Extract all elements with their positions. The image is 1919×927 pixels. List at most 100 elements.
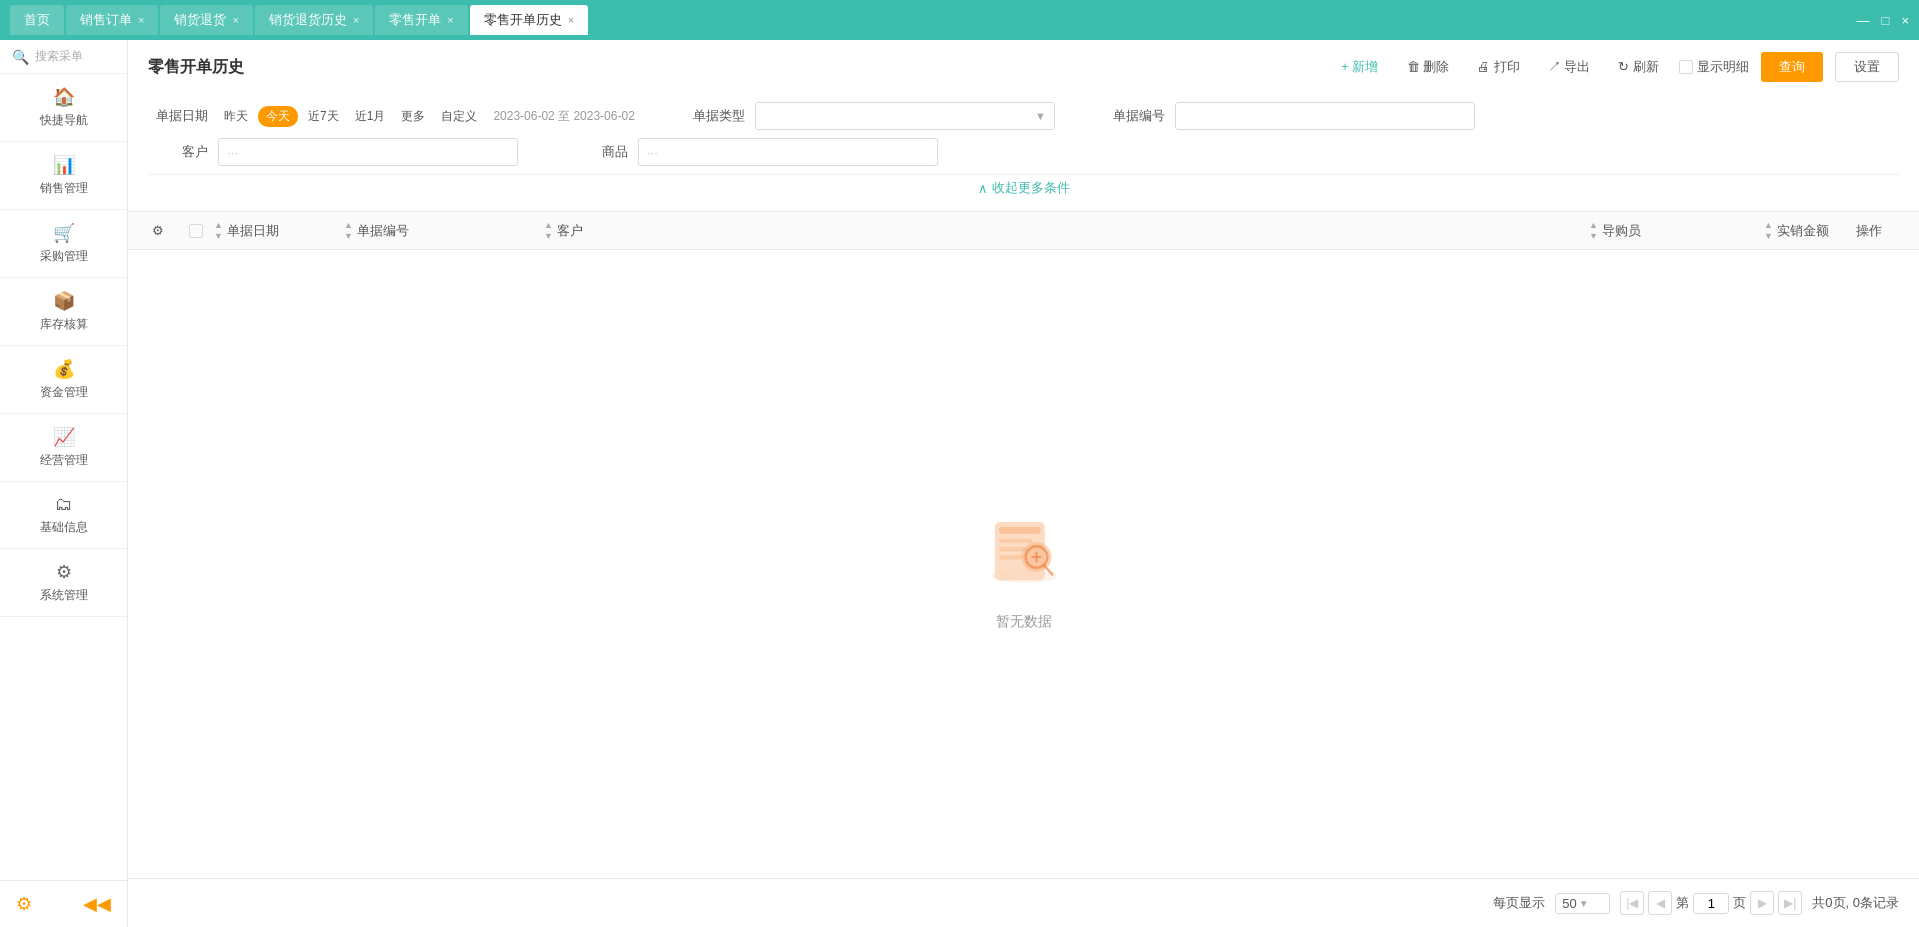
tab-sales-return[interactable]: 销货退货 × [160,5,252,35]
sidebar-item-finance[interactable]: 💰 资金管理 [0,346,127,414]
quick-nav-icon: 🏠 [53,86,75,108]
system-label: 系统管理 [40,587,88,604]
basic-info-label: 基础信息 [40,519,88,536]
tab-sales-return-history-close[interactable]: × [353,14,359,26]
total-label: 共0页, 0条记录 [1812,894,1899,912]
tab-sales-order-label: 销售订单 [80,11,132,29]
delete-button[interactable]: 🗑 删除 [1399,54,1458,80]
collapse-filter-btn[interactable]: ∧ 收起更多条件 [148,174,1899,201]
tab-home-label: 首页 [24,11,50,29]
operations-label: 经营管理 [40,452,88,469]
date-btn-custom[interactable]: 自定义 [435,106,483,127]
tab-sales-order[interactable]: 销售订单 × [66,5,158,35]
sidebar-search-label: 搜索采单 [35,48,83,65]
th-checkbox[interactable] [178,224,214,238]
date-range-display: 2023-06-02 至 2023-06-02 [493,108,634,125]
filter-area: 单据日期 昨天 今天 近7天 近1月 更多 自定义 2023-06-02 至 2… [148,92,1899,211]
sidebar-item-operations[interactable]: 📈 经营管理 [0,414,127,482]
table-header: ⚙ ▲▼ 单据日期 ▲▼ 单据编号 ▲▼ 客户 ▲▼ [128,212,1919,250]
customer-placeholder: ··· [227,145,238,160]
setting-button[interactable]: 设置 [1835,52,1899,82]
svg-rect-3 [999,539,1032,543]
date-btn-7days[interactable]: 近7天 [302,106,345,127]
doc-type-label: 单据类型 [685,107,745,125]
basic-info-icon: 🗂 [55,494,73,515]
finance-label: 资金管理 [40,384,88,401]
date-btn-1month[interactable]: 近1月 [349,106,392,127]
sidebar-item-search[interactable]: 🔍 搜索采单 [0,40,127,74]
sidebar-item-basic-info[interactable]: 🗂 基础信息 [0,482,127,549]
sales-mgmt-icon: 📊 [53,154,75,176]
per-page-select[interactable]: 50 ▼ [1555,893,1610,914]
th-date[interactable]: ▲▼ 单据日期 [214,220,344,241]
window-controls: — □ × [1857,13,1909,28]
date-btn-more[interactable]: 更多 [395,106,431,127]
collapse-label: 收起更多条件 [992,179,1070,197]
sidebar-item-quick-nav[interactable]: 🏠 快捷导航 [0,74,127,142]
page-title-row: 零售开单历史 + 新增 🗑 删除 🖨 打印 ↗ 导出 ↻ 刷新 显示明细 查询 … [148,52,1899,82]
tab-sales-return-history[interactable]: 销货退货历史 × [255,5,373,35]
page-number-input[interactable] [1693,893,1729,914]
svg-rect-2 [999,527,1041,534]
th-guide[interactable]: ▲▼ 导购员 [1589,220,1709,241]
query-button[interactable]: 查询 [1761,52,1823,82]
amount-sort-icon: ▲▼ [1764,220,1773,241]
tab-retail-open-history[interactable]: 零售开单历史 × [470,5,588,35]
date-label: 单据日期 [148,107,208,125]
customer-input[interactable]: ··· [218,138,518,166]
maximize-btn[interactable]: □ [1882,13,1890,28]
date-options: 昨天 今天 近7天 近1月 更多 自定义 2023-06-02 至 2023-0… [218,106,635,127]
number-sort-icon: ▲▼ [344,220,353,241]
doc-type-select[interactable]: ▼ [755,102,1055,130]
date-btn-yesterday[interactable]: 昨天 [218,106,254,127]
th-customer[interactable]: ▲▼ 客户 [544,220,1589,241]
add-button[interactable]: + 新增 [1333,54,1386,80]
export-button[interactable]: ↗ 导出 [1540,54,1599,80]
tab-retail-open-close[interactable]: × [447,14,453,26]
close-window-btn[interactable]: × [1901,13,1909,28]
next-page-btn[interactable]: ▶ [1750,891,1774,915]
doc-number-input[interactable] [1175,102,1475,130]
content-area: 零售开单历史 + 新增 🗑 删除 🖨 打印 ↗ 导出 ↻ 刷新 显示明细 查询 … [128,40,1919,927]
th-amount[interactable]: ▲▼ 实销金额 [1709,220,1829,241]
th-action-label: 操作 [1856,222,1882,240]
empty-illustration [974,497,1074,597]
print-button[interactable]: 🖨 打印 [1469,54,1528,80]
th-settings[interactable]: ⚙ [138,223,178,238]
collapse-sidebar-icon[interactable]: ◀◀ [83,893,111,915]
empty-state: 暂无数据 [128,250,1919,878]
tab-retail-open-label: 零售开单 [389,11,441,29]
prev-page-btn[interactable]: ◀ [1648,891,1672,915]
tab-retail-open-history-label: 零售开单历史 [484,11,562,29]
tab-sales-order-close[interactable]: × [138,14,144,26]
product-input[interactable]: ··· [638,138,938,166]
product-label: 商品 [568,143,628,161]
tab-retail-open-history-close[interactable]: × [568,14,574,26]
toolbar-actions: + 新增 🗑 删除 🖨 打印 ↗ 导出 ↻ 刷新 显示明细 查询 设置 [1333,52,1899,82]
sidebar-item-sales-mgmt[interactable]: 📊 销售管理 [0,142,127,210]
doc-number-label: 单据编号 [1105,107,1165,125]
doc-type-arrow: ▼ [1035,110,1046,122]
first-page-btn[interactable]: |◀ [1620,891,1644,915]
operations-icon: 📈 [53,426,75,448]
refresh-button[interactable]: ↻ 刷新 [1610,54,1667,80]
minimize-btn[interactable]: — [1857,13,1870,28]
per-page-value: 50 [1562,896,1576,911]
date-btn-today[interactable]: 今天 [258,106,298,127]
display-detail-btn[interactable]: 显示明细 [1679,58,1749,76]
sidebar-item-purchase-mgmt[interactable]: 🛒 采购管理 [0,210,127,278]
settings-icon[interactable]: ⚙ [16,893,32,915]
th-number[interactable]: ▲▼ 单据编号 [344,220,544,241]
sidebar-item-inventory[interactable]: 📦 库存核算 [0,278,127,346]
per-page-label: 每页显示 [1493,894,1545,912]
last-page-btn[interactable]: ▶| [1778,891,1802,915]
tab-sales-return-close[interactable]: × [232,14,238,26]
tab-sales-return-history-label: 销货退货历史 [269,11,347,29]
sidebar-item-system[interactable]: ⚙ 系统管理 [0,549,127,617]
th-number-label: 单据编号 [357,222,409,240]
th-customer-label: 客户 [557,222,583,240]
page-nav: |◀ ◀ 第 页 ▶ ▶| [1620,891,1802,915]
select-all-checkbox[interactable] [189,224,203,238]
tab-retail-open[interactable]: 零售开单 × [375,5,467,35]
tab-home[interactable]: 首页 [10,5,64,35]
